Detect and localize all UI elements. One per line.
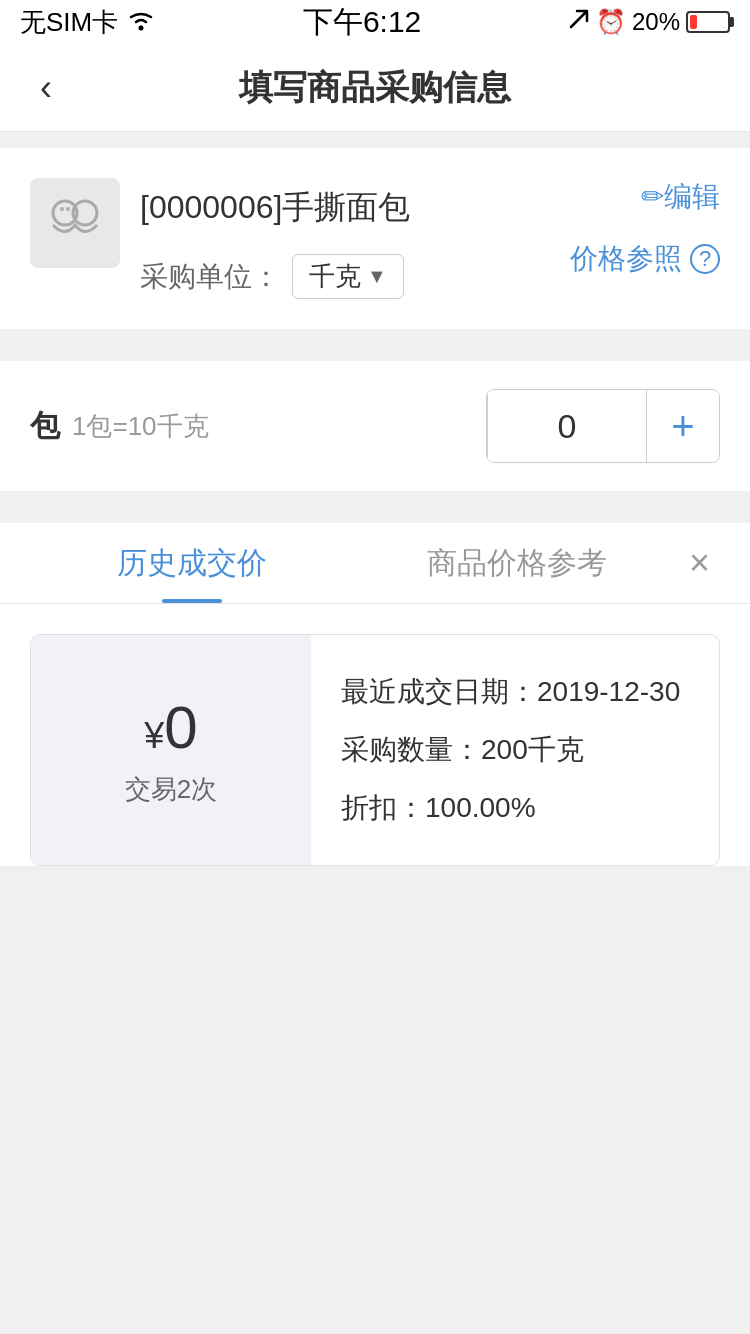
price-value: 0: [164, 694, 197, 761]
product-left: [0000006]手撕面包 采购单位： 千克 ▼: [30, 178, 410, 299]
section-divider-2: [0, 491, 750, 507]
price-discount-label: 折扣：: [341, 792, 425, 823]
battery-percent: 20%: [632, 8, 680, 36]
quantity-controls: +: [486, 389, 720, 463]
price-trades: 交易2次: [125, 772, 217, 807]
quantity-input[interactable]: [487, 390, 647, 462]
svg-point-0: [139, 25, 144, 30]
price-ref-icon: ?: [690, 244, 720, 274]
price-card-left: ¥0 交易2次: [31, 635, 311, 865]
price-date-label: 最近成交日期：: [341, 676, 537, 707]
status-right: ⏰ 20%: [568, 8, 730, 36]
price-card-right: 最近成交日期：2019-12-30 采购数量：200千克 折扣：100.00%: [311, 635, 719, 865]
status-bar: 无SIM卡 下午6:12 ⏰ 20%: [0, 0, 750, 44]
back-button[interactable]: ‹: [30, 57, 62, 119]
product-name: [0000006]手撕面包: [140, 186, 410, 230]
product-section: [0000006]手撕面包 采购单位： 千克 ▼ ✏编辑 价格参照 ?: [0, 148, 750, 329]
tab-history-price[interactable]: 历史成交价: [30, 523, 354, 603]
quantity-unit-desc: 1包=10千克: [72, 409, 209, 444]
unit-value: 千克: [309, 259, 361, 294]
price-card: ¥0 交易2次 最近成交日期：2019-12-30 采购数量：200千克 折扣：…: [30, 634, 720, 866]
product-info: [0000006]手撕面包 采购单位： 千克 ▼: [140, 178, 410, 299]
tab-close-button[interactable]: ×: [679, 532, 720, 594]
price-ref-button[interactable]: 价格参照 ?: [570, 240, 720, 278]
svg-point-3: [60, 207, 64, 211]
product-unit-row: 采购单位： 千克 ▼: [140, 254, 410, 299]
price-qty-row: 采购数量：200千克: [341, 729, 689, 771]
quantity-section: 包 1包=10千克 +: [0, 361, 750, 491]
quantity-label: 包 1包=10千克: [30, 406, 209, 447]
tab-bar: 历史成交价 商品价格参考 ×: [0, 523, 750, 604]
alarm-icon: ⏰: [596, 8, 626, 36]
battery-icon: [686, 11, 730, 33]
price-date-value: 2019-12-30: [537, 676, 680, 707]
quantity-unit-name: 包: [30, 406, 60, 447]
wifi-icon: [126, 7, 156, 38]
carrier-text: 无SIM卡: [20, 5, 118, 40]
price-date-row: 最近成交日期：2019-12-30: [341, 671, 689, 713]
price-qty-label: 采购数量：: [341, 734, 481, 765]
nav-title: 填写商品采购信息: [239, 65, 511, 111]
unit-select[interactable]: 千克 ▼: [292, 254, 404, 299]
price-amount: ¥0: [144, 693, 197, 762]
product-thumbnail: [30, 178, 120, 268]
tab-product-price-label: 商品价格参考: [427, 543, 607, 584]
status-time: 下午6:12: [303, 2, 421, 43]
product-header: [0000006]手撕面包 采购单位： 千克 ▼ ✏编辑 价格参照 ?: [30, 178, 720, 299]
tab-product-price[interactable]: 商品价格参考: [354, 523, 678, 603]
section-divider-1: [0, 329, 750, 345]
price-discount-row: 折扣：100.00%: [341, 787, 689, 829]
tab-section: 历史成交价 商品价格参考 × ¥0 交易2次 最近成交日期：2019-12-30…: [0, 523, 750, 866]
svg-point-4: [66, 207, 70, 211]
edit-button[interactable]: ✏编辑: [641, 178, 720, 216]
price-ref-label: 价格参照: [570, 240, 682, 278]
price-discount-value: 100.00%: [425, 792, 536, 823]
location-icon: [568, 8, 590, 36]
unit-label: 采购单位：: [140, 258, 280, 296]
price-qty-value: 200千克: [481, 734, 584, 765]
price-yen-symbol: ¥: [144, 715, 164, 756]
unit-arrow-icon: ▼: [367, 265, 387, 288]
nav-bar: ‹ 填写商品采购信息: [0, 44, 750, 132]
main-content: [0000006]手撕面包 采购单位： 千克 ▼ ✏编辑 价格参照 ?: [0, 148, 750, 1334]
status-left: 无SIM卡: [20, 5, 156, 40]
quantity-add-button[interactable]: +: [647, 390, 719, 462]
tab-history-price-label: 历史成交价: [117, 543, 267, 584]
